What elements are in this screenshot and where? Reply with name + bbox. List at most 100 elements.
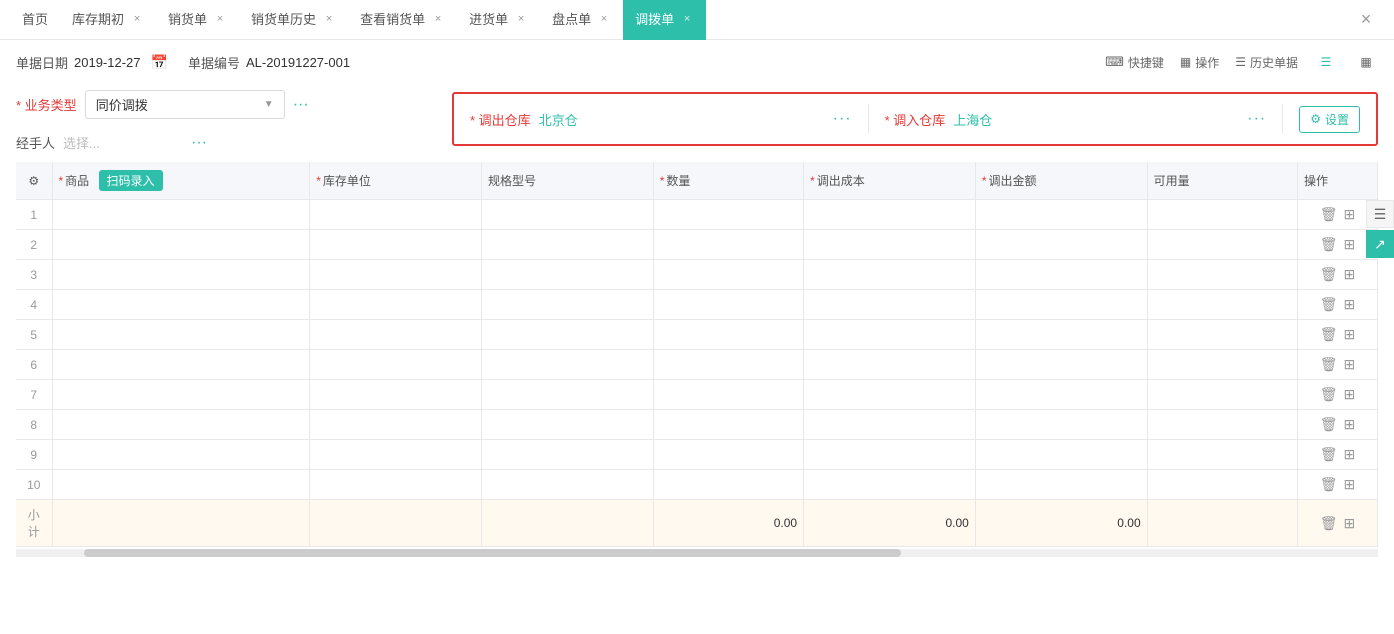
cell-qty[interactable]: [653, 350, 803, 380]
cell-qty[interactable]: [653, 260, 803, 290]
cell-goods[interactable]: [52, 230, 310, 260]
cell-cost[interactable]: [804, 440, 976, 470]
cell-goods[interactable]: [52, 260, 310, 290]
cell-unit[interactable]: [310, 500, 482, 547]
cell-qty[interactable]: [653, 230, 803, 260]
delete-row-icon[interactable]: 🗑: [1320, 266, 1338, 283]
float-list-button[interactable]: ☰: [1366, 200, 1394, 228]
calendar-icon[interactable]: 📅: [151, 54, 168, 71]
cell-cost[interactable]: [804, 470, 976, 500]
cell-goods[interactable]: [52, 320, 310, 350]
tab-home[interactable]: 首页: [10, 0, 60, 40]
cell-cost[interactable]: [804, 230, 976, 260]
cell-cost[interactable]: [804, 410, 976, 440]
copy-row-icon[interactable]: ⊞: [1344, 326, 1356, 343]
cell-amount[interactable]: [975, 440, 1147, 470]
tab-close-inventory-init[interactable]: ×: [130, 12, 144, 26]
cell-spec[interactable]: [481, 440, 653, 470]
cell-spec[interactable]: [481, 350, 653, 380]
copy-row-icon[interactable]: ⊞: [1344, 356, 1356, 373]
cell-qty[interactable]: [653, 320, 803, 350]
copy-row-icon[interactable]: ⊞: [1344, 416, 1356, 433]
cell-amount[interactable]: [975, 410, 1147, 440]
copy-row-icon[interactable]: ⊞: [1344, 236, 1356, 253]
cell-goods[interactable]: [52, 500, 310, 547]
cell-qty[interactable]: [653, 470, 803, 500]
copy-row-icon[interactable]: ⊞: [1344, 446, 1356, 463]
cell-goods[interactable]: [52, 350, 310, 380]
tab-transfer-order[interactable]: 调拨单×: [623, 0, 706, 40]
horizontal-scrollbar[interactable]: [16, 549, 1378, 557]
cell-qty[interactable]: [653, 440, 803, 470]
cell-unit[interactable]: [310, 200, 482, 230]
cell-spec[interactable]: [481, 500, 653, 547]
cell-qty[interactable]: [653, 410, 803, 440]
cell-unit[interactable]: [310, 350, 482, 380]
tab-close-inventory-check[interactable]: ×: [597, 12, 611, 26]
cell-spec[interactable]: [481, 410, 653, 440]
cell-cost[interactable]: [804, 200, 976, 230]
cell-goods[interactable]: [52, 470, 310, 500]
cell-cost[interactable]: [804, 350, 976, 380]
cell-spec[interactable]: [481, 200, 653, 230]
settings-button[interactable]: ⚙ 设置: [1299, 106, 1360, 133]
cell-cost[interactable]: [804, 260, 976, 290]
manager-more-icon[interactable]: ···: [191, 134, 207, 152]
cell-unit[interactable]: [310, 260, 482, 290]
cell-spec[interactable]: [481, 380, 653, 410]
copy-row-icon[interactable]: ⊞: [1344, 476, 1356, 493]
cell-unit[interactable]: [310, 320, 482, 350]
manager-select[interactable]: 选择...: [63, 133, 183, 152]
tab-inventory-init[interactable]: 库存期初×: [60, 0, 156, 40]
cell-spec[interactable]: [481, 230, 653, 260]
operations-button[interactable]: ▦ 操作: [1180, 54, 1219, 71]
copy-row-icon[interactable]: ⊞: [1344, 266, 1356, 283]
cell-amount[interactable]: [975, 350, 1147, 380]
cell-spec[interactable]: [481, 470, 653, 500]
tab-view-sales[interactable]: 查看销货单×: [348, 0, 457, 40]
cell-qty[interactable]: [653, 200, 803, 230]
copy-row-icon[interactable]: ⊞: [1344, 386, 1356, 403]
delete-row-icon[interactable]: 🗑: [1320, 386, 1338, 403]
cell-spec[interactable]: [481, 290, 653, 320]
cell-amount[interactable]: [975, 200, 1147, 230]
delete-row-icon[interactable]: 🗑: [1320, 476, 1338, 493]
cell-unit[interactable]: [310, 470, 482, 500]
cell-amount[interactable]: [975, 260, 1147, 290]
cell-amount[interactable]: [975, 380, 1147, 410]
delete-row-icon[interactable]: 🗑: [1320, 326, 1338, 343]
tab-close-transfer-order[interactable]: ×: [680, 12, 694, 26]
cell-goods[interactable]: [52, 410, 310, 440]
float-export-button[interactable]: ↗: [1366, 230, 1394, 258]
biz-type-select[interactable]: 同价调拨 ▼: [85, 90, 285, 119]
cell-amount[interactable]: 0.00: [975, 500, 1147, 547]
delete-row-icon[interactable]: 🗑: [1320, 446, 1338, 463]
cell-unit[interactable]: [310, 440, 482, 470]
copy-row-icon[interactable]: ⊞: [1344, 296, 1356, 313]
tab-purchase-order[interactable]: 进货单×: [457, 0, 540, 40]
tab-sales-history[interactable]: 销货单历史×: [239, 0, 348, 40]
delete-row-icon[interactable]: 🗑: [1320, 515, 1338, 532]
cell-unit[interactable]: [310, 230, 482, 260]
cell-cost[interactable]: [804, 380, 976, 410]
layout1-button[interactable]: ☰: [1314, 50, 1338, 74]
tab-close-view-sales[interactable]: ×: [431, 12, 445, 26]
cell-goods[interactable]: [52, 380, 310, 410]
cell-amount[interactable]: [975, 470, 1147, 500]
tab-inventory-check[interactable]: 盘点单×: [540, 0, 623, 40]
biz-type-more-icon[interactable]: ···: [293, 96, 309, 114]
scan-btn[interactable]: 扫码录入: [99, 170, 163, 191]
cell-amount[interactable]: [975, 320, 1147, 350]
delete-row-icon[interactable]: 🗑: [1320, 206, 1338, 223]
copy-row-icon[interactable]: ⊞: [1344, 515, 1356, 532]
cell-amount[interactable]: [975, 230, 1147, 260]
window-close-button[interactable]: ×: [1348, 2, 1384, 38]
warehouse-out-more-icon[interactable]: ···: [833, 110, 852, 128]
cell-goods[interactable]: [52, 290, 310, 320]
warehouse-in-value[interactable]: 上海仓: [953, 110, 992, 129]
cell-qty[interactable]: [653, 380, 803, 410]
delete-row-icon[interactable]: 🗑: [1320, 236, 1338, 253]
tab-close-sales-order[interactable]: ×: [213, 12, 227, 26]
cell-cost[interactable]: [804, 290, 976, 320]
cell-qty[interactable]: 0.00: [653, 500, 803, 547]
